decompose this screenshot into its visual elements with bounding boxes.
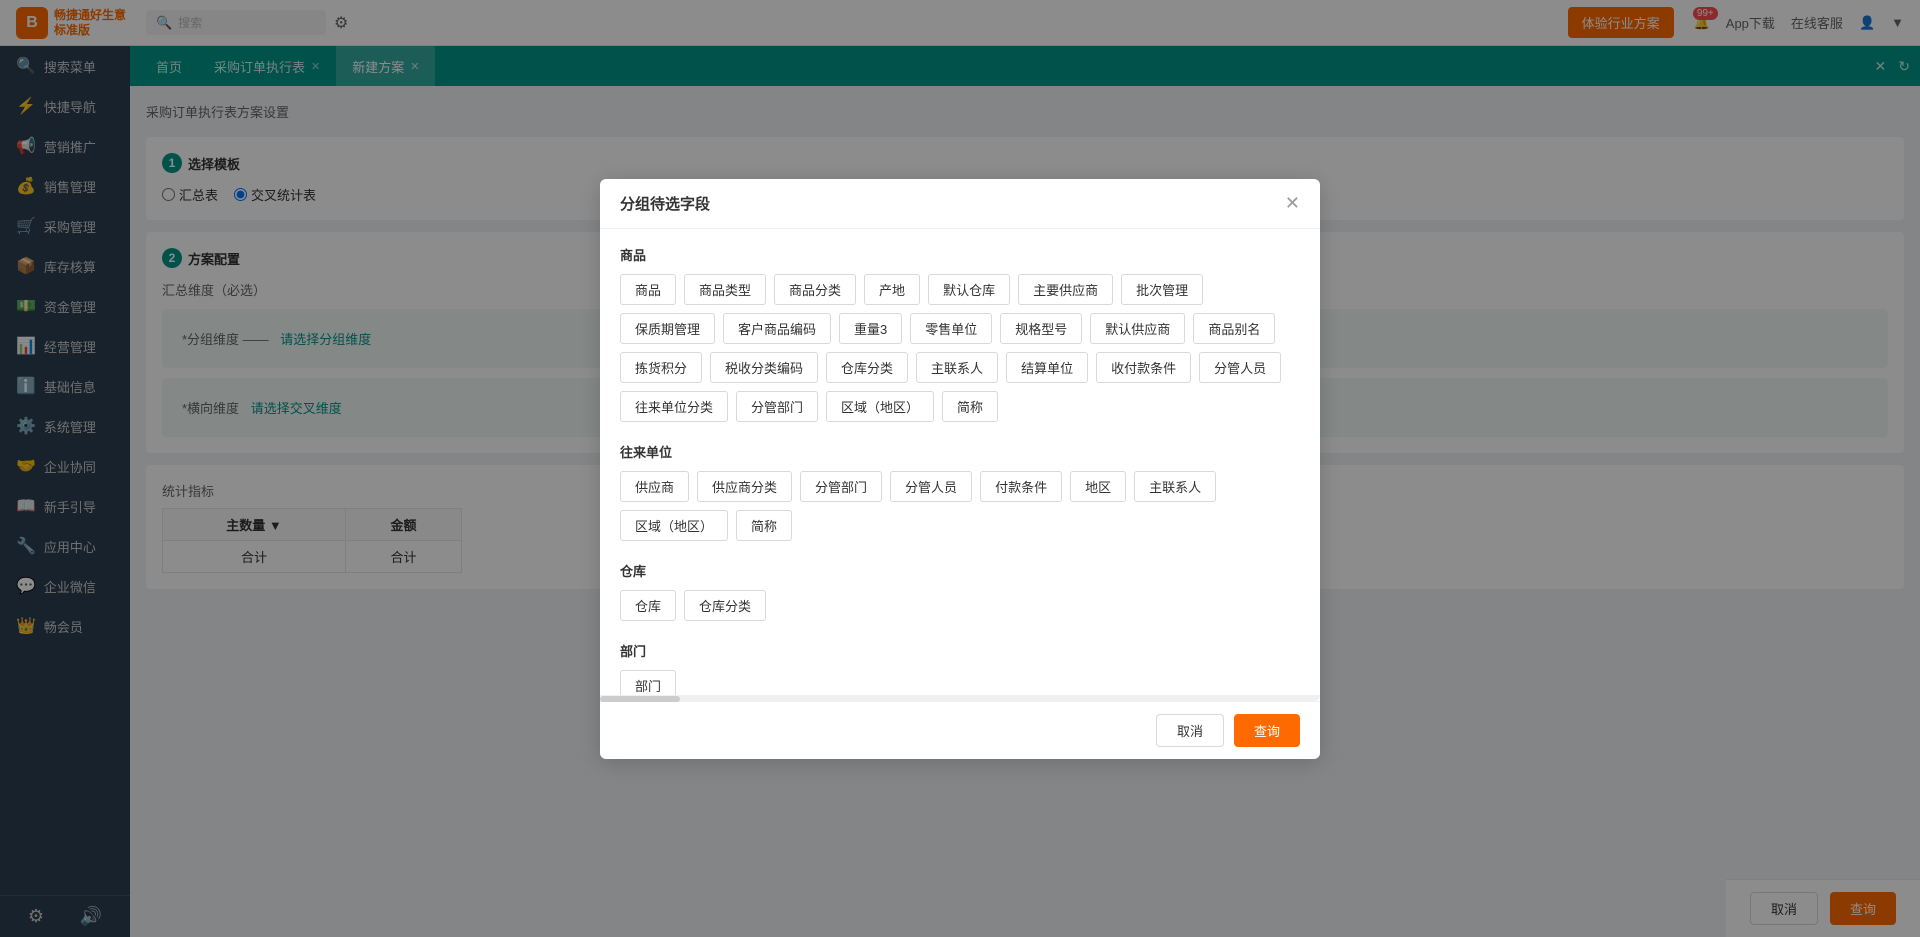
tag-mgmt-person[interactable]: 分管人员	[890, 471, 972, 502]
modal-hscroll[interactable]	[600, 695, 1320, 700]
section-goods: 商品 商品 商品类型 商品分类 产地 默认仓库 主要供应商 批次管理 保质期管理…	[620, 245, 1300, 422]
tag-supplier-cat[interactable]: 供应商分类	[697, 471, 792, 502]
modal-footer: 取消 查询	[600, 701, 1320, 759]
tag-region-cp2[interactable]: 区域（地区）	[620, 510, 728, 541]
tag-spec-model[interactable]: 规格型号	[1000, 313, 1082, 344]
tag-shelf-life[interactable]: 保质期管理	[620, 313, 715, 344]
section-warehouse-title: 仓库	[620, 561, 1300, 580]
section-goods-title: 商品	[620, 245, 1300, 264]
tag-supplier[interactable]: 供应商	[620, 471, 689, 502]
tag-goods[interactable]: 商品	[620, 274, 676, 305]
tag-weight[interactable]: 重量3	[839, 313, 902, 344]
tag-region-goods[interactable]: 区域（地区）	[826, 391, 934, 422]
field-select-modal: 分组待选字段 ✕ 商品 商品 商品类型 商品分类 产地 默认仓库 主要供应商 批…	[600, 179, 1320, 759]
tag-main-contact[interactable]: 主联系人	[916, 352, 998, 383]
tag-warehouse[interactable]: 仓库	[620, 590, 676, 621]
tag-tax-code[interactable]: 税收分类编码	[710, 352, 818, 383]
tag-pay-terms[interactable]: 付款条件	[980, 471, 1062, 502]
tag-abbr-cp[interactable]: 简称	[736, 510, 792, 541]
modal-close-button[interactable]: ✕	[1285, 193, 1300, 214]
hscroll-thumb	[600, 696, 680, 702]
section-counterparty: 往来单位 供应商 供应商分类 分管部门 分管人员 付款条件 地区 主联系人 区域…	[620, 442, 1300, 541]
tag-pick-points[interactable]: 拣货积分	[620, 352, 702, 383]
tag-batch-mgmt[interactable]: 批次管理	[1121, 274, 1203, 305]
tag-abbr-goods[interactable]: 简称	[942, 391, 998, 422]
modal-body[interactable]: 商品 商品 商品类型 商品分类 产地 默认仓库 主要供应商 批次管理 保质期管理…	[600, 229, 1320, 696]
dept-tags: 部门	[620, 670, 1300, 696]
tag-warehouse-cat[interactable]: 仓库分类	[826, 352, 908, 383]
counterparty-tags: 供应商 供应商分类 分管部门 分管人员 付款条件 地区 主联系人 区域（地区） …	[620, 471, 1300, 541]
tag-mgmt-dept[interactable]: 分管部门	[800, 471, 882, 502]
section-dept-title: 部门	[620, 641, 1300, 660]
tag-manager[interactable]: 分管人员	[1199, 352, 1281, 383]
tag-goods-type[interactable]: 商品类型	[684, 274, 766, 305]
tag-dept[interactable]: 分管部门	[736, 391, 818, 422]
section-dept: 部门 部门	[620, 641, 1300, 696]
tag-warehouse-cat2[interactable]: 仓库分类	[684, 590, 766, 621]
tag-payment-terms[interactable]: 收付款条件	[1096, 352, 1191, 383]
tag-default-supplier[interactable]: 默认供应商	[1090, 313, 1185, 344]
tag-goods-cat[interactable]: 商品分类	[774, 274, 856, 305]
tag-origin[interactable]: 产地	[864, 274, 920, 305]
tag-counterparty-cat[interactable]: 往来单位分类	[620, 391, 728, 422]
tag-contact-cp[interactable]: 主联系人	[1134, 471, 1216, 502]
modal-header: 分组待选字段 ✕	[600, 179, 1320, 229]
tag-cust-code[interactable]: 客户商品编码	[723, 313, 831, 344]
tag-settle-unit[interactable]: 结算单位	[1006, 352, 1088, 383]
modal-cancel-btn[interactable]: 取消	[1156, 714, 1224, 747]
tag-main-supplier[interactable]: 主要供应商	[1018, 274, 1113, 305]
section-counterparty-title: 往来单位	[620, 442, 1300, 461]
modal-confirm-btn[interactable]: 查询	[1234, 714, 1300, 747]
section-warehouse: 仓库 仓库 仓库分类	[620, 561, 1300, 621]
goods-tags: 商品 商品类型 商品分类 产地 默认仓库 主要供应商 批次管理 保质期管理 客户…	[620, 274, 1300, 422]
tag-region-cp[interactable]: 地区	[1070, 471, 1126, 502]
tag-goods-alias[interactable]: 商品别名	[1193, 313, 1275, 344]
tag-retail-unit[interactable]: 零售单位	[910, 313, 992, 344]
warehouse-tags: 仓库 仓库分类	[620, 590, 1300, 621]
modal-title: 分组待选字段	[620, 193, 710, 214]
tag-default-warehouse[interactable]: 默认仓库	[928, 274, 1010, 305]
tag-dept2[interactable]: 部门	[620, 670, 676, 696]
